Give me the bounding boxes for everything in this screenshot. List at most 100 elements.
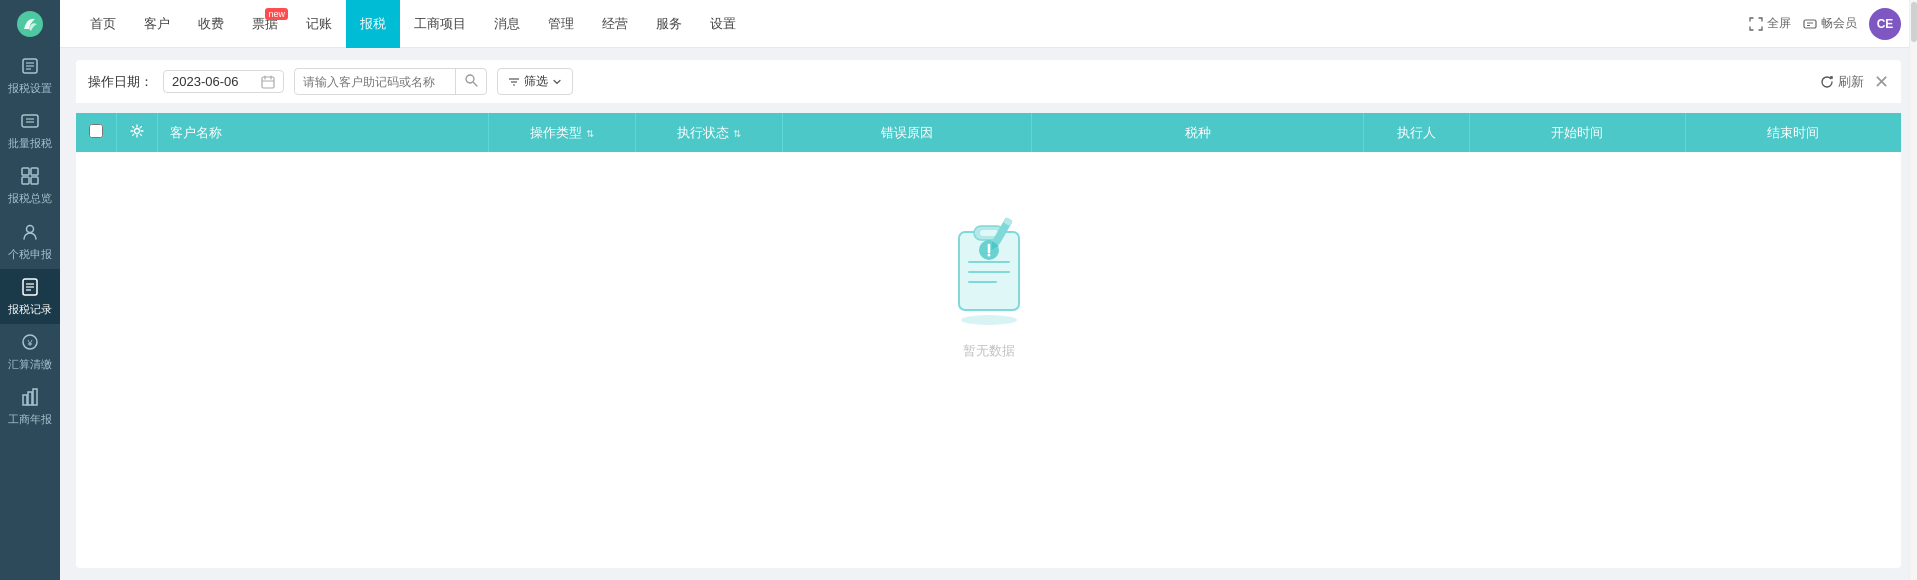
svg-rect-10 bbox=[22, 177, 29, 184]
svg-rect-21 bbox=[33, 389, 37, 405]
annual-report-icon bbox=[20, 387, 40, 410]
svg-point-35 bbox=[961, 315, 1017, 325]
sidebar-item-label: 批量报税 bbox=[8, 137, 52, 150]
toolbar: 操作日期： 筛选 bbox=[76, 60, 1901, 103]
nav-services[interactable]: 服务 bbox=[642, 0, 696, 48]
th-end-time: 结束时间 bbox=[1685, 113, 1901, 152]
sidebar-item-label: 汇算清缴 bbox=[8, 358, 52, 371]
filter-button[interactable]: 筛选 bbox=[497, 68, 573, 95]
svg-point-44 bbox=[987, 254, 990, 257]
personal-tax-icon bbox=[20, 222, 40, 245]
svg-rect-19 bbox=[23, 395, 27, 405]
fullscreen-icon bbox=[1749, 17, 1763, 31]
sidebar-item-settlement[interactable]: ¥ 汇算清缴 bbox=[0, 324, 60, 379]
tax-records-icon bbox=[20, 277, 40, 300]
sidebar-item-label: 工商年报 bbox=[8, 413, 52, 426]
top-navigation: 首页 客户 收费 票据 new 记账 报税 工商项目 消息 管理 经营 bbox=[60, 0, 1917, 48]
column-settings-icon bbox=[129, 123, 145, 139]
sidebar-item-tax-settings[interactable]: 报税设置 bbox=[0, 48, 60, 103]
nav-management[interactable]: 管理 bbox=[534, 0, 588, 48]
search-button[interactable] bbox=[455, 69, 486, 94]
svg-text:¥: ¥ bbox=[26, 338, 33, 348]
sort-icon: ⇅ bbox=[586, 128, 594, 139]
empty-state-row: 暂无数据 bbox=[76, 152, 1901, 420]
search-icon bbox=[464, 73, 478, 87]
date-input[interactable] bbox=[172, 74, 257, 89]
batch-tax-icon bbox=[20, 111, 40, 134]
sidebar-item-tax-records[interactable]: 报税记录 bbox=[0, 269, 60, 324]
svg-rect-5 bbox=[22, 115, 38, 127]
nav-billing[interactable]: 收费 bbox=[184, 0, 238, 48]
sidebar-item-annual-report[interactable]: 工商年报 bbox=[0, 379, 60, 434]
select-all-checkbox[interactable] bbox=[89, 124, 103, 138]
svg-line-30 bbox=[474, 83, 478, 87]
empty-text: 暂无数据 bbox=[963, 342, 1015, 360]
th-exec-status[interactable]: 执行状态 ⇅ bbox=[636, 113, 783, 152]
table-header-row: 客户名称 操作类型 ⇅ 执行状态 ⇅ 错误原因 bbox=[76, 113, 1901, 152]
nav-accounts[interactable]: 记账 bbox=[292, 0, 346, 48]
th-checkbox[interactable] bbox=[76, 113, 116, 152]
th-error-reason: 错误原因 bbox=[783, 113, 1032, 152]
th-customer-name: 客户名称 bbox=[157, 113, 489, 152]
filter-icon bbox=[508, 76, 520, 88]
sidebar: 报税设置 批量报税 报税总览 个税申报 报税记录 ¥ 汇算清缴 工 bbox=[0, 0, 60, 580]
member-button[interactable]: 畅会员 bbox=[1803, 15, 1857, 32]
fullscreen-button[interactable]: 全屏 bbox=[1749, 15, 1791, 32]
svg-point-34 bbox=[134, 129, 139, 134]
sort-icon: ⇅ bbox=[733, 128, 741, 139]
sidebar-item-label: 报税记录 bbox=[8, 303, 52, 316]
svg-point-29 bbox=[466, 75, 474, 83]
logo-icon bbox=[15, 9, 45, 39]
th-executor: 执行人 bbox=[1363, 113, 1469, 152]
settlement-icon: ¥ bbox=[20, 332, 40, 355]
nav-home[interactable]: 首页 bbox=[76, 0, 130, 48]
date-picker[interactable] bbox=[163, 70, 284, 93]
svg-rect-22 bbox=[1804, 20, 1816, 28]
search-input[interactable] bbox=[295, 71, 455, 93]
sidebar-item-tax-summary[interactable]: 报税总览 bbox=[0, 158, 60, 213]
sidebar-logo[interactable] bbox=[0, 0, 60, 48]
sidebar-item-personal-tax[interactable]: 个税申报 bbox=[0, 214, 60, 269]
chevron-down-icon bbox=[552, 77, 562, 87]
search-box bbox=[294, 68, 487, 95]
close-button[interactable]: ✕ bbox=[1874, 73, 1889, 91]
topnav-right: 全屏 畅会员 CE bbox=[1749, 8, 1901, 40]
new-badge: new bbox=[265, 8, 288, 21]
nav-customers[interactable]: 客户 bbox=[130, 0, 184, 48]
content-area: 操作日期： 筛选 bbox=[60, 48, 1917, 580]
empty-state: 暂无数据 bbox=[76, 152, 1901, 420]
main-content: 首页 客户 收费 票据 new 记账 报税 工商项目 消息 管理 经营 bbox=[60, 0, 1917, 580]
nav-messages[interactable]: 消息 bbox=[480, 0, 534, 48]
nav-operations[interactable]: 经营 bbox=[588, 0, 642, 48]
date-label: 操作日期： bbox=[88, 73, 153, 91]
refresh-button[interactable]: 刷新 bbox=[1820, 73, 1864, 91]
svg-rect-11 bbox=[31, 177, 38, 184]
th-start-time: 开始时间 bbox=[1470, 113, 1686, 152]
toolbar-right: 刷新 ✕ bbox=[1820, 73, 1889, 91]
nav-industry[interactable]: 工商项目 bbox=[400, 0, 480, 48]
page-content: 操作日期： 筛选 bbox=[60, 48, 1917, 580]
empty-illustration bbox=[934, 212, 1044, 332]
member-icon bbox=[1803, 17, 1817, 31]
sidebar-item-label: 报税总览 bbox=[8, 192, 52, 205]
th-settings[interactable] bbox=[116, 113, 157, 152]
nav-tax[interactable]: 报税 bbox=[346, 0, 400, 48]
calendar-icon bbox=[261, 75, 275, 89]
sidebar-item-batch-tax[interactable]: 批量报税 bbox=[0, 103, 60, 158]
sidebar-item-label: 个税申报 bbox=[8, 248, 52, 261]
svg-point-12 bbox=[27, 225, 34, 232]
svg-rect-25 bbox=[262, 77, 274, 88]
data-table: 客户名称 操作类型 ⇅ 执行状态 ⇅ 错误原因 bbox=[76, 113, 1901, 568]
sidebar-item-label: 报税设置 bbox=[8, 82, 52, 95]
nav-settings[interactable]: 设置 bbox=[696, 0, 750, 48]
tax-summary-icon bbox=[20, 166, 40, 189]
avatar[interactable]: CE bbox=[1869, 8, 1901, 40]
svg-rect-9 bbox=[31, 168, 38, 175]
refresh-icon bbox=[1820, 75, 1834, 89]
nav-invoices[interactable]: 票据 new bbox=[238, 0, 292, 48]
svg-rect-8 bbox=[22, 168, 29, 175]
svg-rect-20 bbox=[28, 392, 32, 405]
svg-rect-38 bbox=[980, 230, 998, 236]
th-operation-type[interactable]: 操作类型 ⇅ bbox=[489, 113, 636, 152]
tax-settings-icon bbox=[20, 56, 40, 79]
